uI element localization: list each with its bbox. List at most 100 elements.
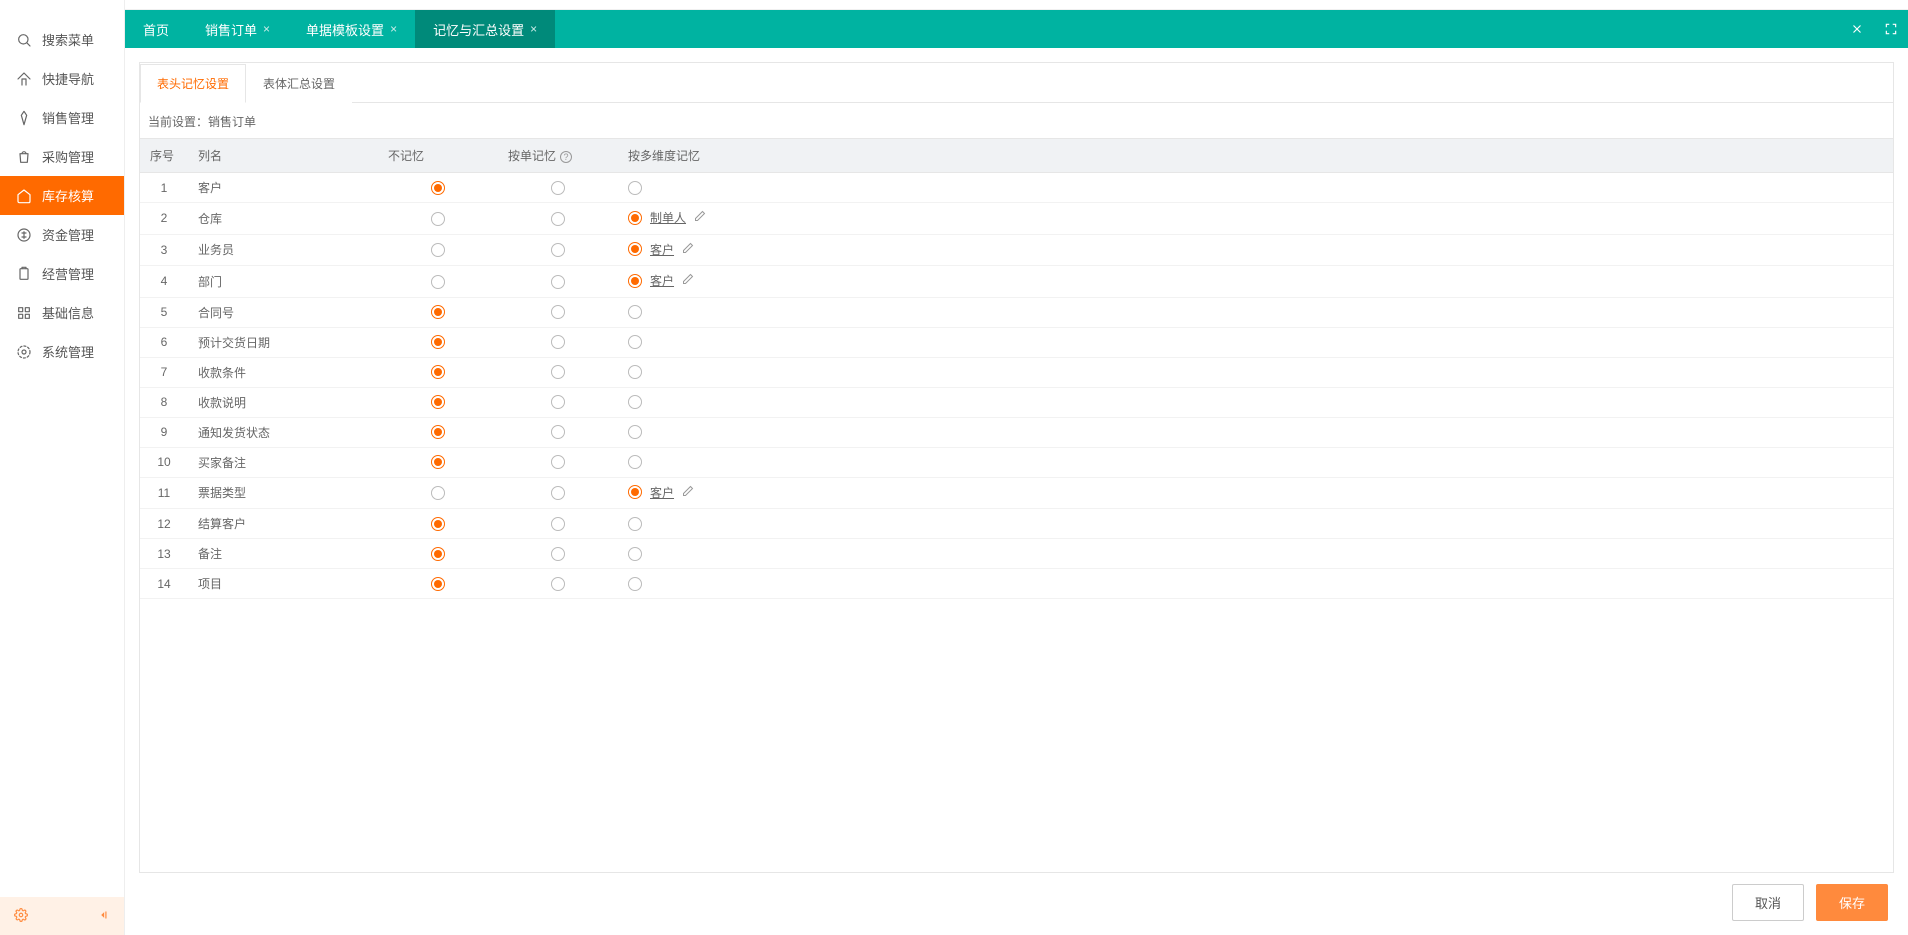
tab-2[interactable]: 单据模板设置 ×: [288, 10, 415, 48]
sidebar-item-7[interactable]: 基础信息: [0, 293, 124, 332]
radio-option[interactable]: [628, 547, 642, 561]
sidebar-item-label: 经营管理: [42, 264, 94, 283]
radio-option[interactable]: [431, 181, 445, 195]
cell-seq: 12: [140, 509, 188, 539]
edit-icon[interactable]: [682, 242, 694, 257]
dimension-link[interactable]: 制单人: [650, 209, 686, 226]
cell-multidim: 客户: [618, 234, 1893, 266]
dimension-link[interactable]: 客户: [650, 272, 674, 289]
radio-option[interactable]: [628, 425, 642, 439]
cell-bybill: [498, 327, 618, 357]
tab-0[interactable]: 首页: [125, 10, 187, 48]
radio-option[interactable]: [551, 395, 565, 409]
radio-option[interactable]: [551, 305, 565, 319]
tab-close-icon[interactable]: ×: [530, 22, 537, 36]
radio-option[interactable]: [551, 577, 565, 591]
radio-option[interactable]: [551, 181, 565, 195]
sidebar-collapse-icon[interactable]: [96, 908, 110, 925]
cancel-button[interactable]: 取消: [1732, 884, 1804, 921]
cell-bybill: [498, 297, 618, 327]
sidebar-item-0[interactable]: 搜索菜单: [0, 20, 124, 59]
radio-option[interactable]: [628, 335, 642, 349]
save-button[interactable]: 保存: [1816, 884, 1888, 921]
radio-option[interactable]: [431, 425, 445, 439]
radio-option[interactable]: [551, 486, 565, 500]
radio-option[interactable]: [628, 577, 642, 591]
cell-multidim: [618, 417, 1893, 447]
radio-option[interactable]: [431, 395, 445, 409]
radio-option[interactable]: [431, 212, 445, 226]
sidebar-item-4[interactable]: 库存核算: [0, 176, 124, 215]
sidebar-item-5[interactable]: 资金管理: [0, 215, 124, 254]
radio-option[interactable]: [551, 455, 565, 469]
cell-seq: 14: [140, 569, 188, 599]
sidebar-item-3[interactable]: 采购管理: [0, 137, 124, 176]
tab-1[interactable]: 销售订单×: [187, 10, 288, 48]
cell-none: [378, 569, 498, 599]
cell-none: [378, 234, 498, 266]
sidebar-item-label: 销售管理: [42, 108, 94, 127]
radio-option[interactable]: [628, 181, 642, 195]
radio-option[interactable]: [551, 517, 565, 531]
cell-seq: 7: [140, 357, 188, 387]
cell-bybill: [498, 447, 618, 477]
radio-option[interactable]: [431, 517, 445, 531]
cell-none: [378, 266, 498, 298]
sidebar-item-8[interactable]: 系统管理: [0, 332, 124, 371]
table-row: 4部门客户: [140, 266, 1893, 298]
sidebar-item-1[interactable]: 快捷导航: [0, 59, 124, 98]
edit-icon[interactable]: [694, 210, 706, 225]
cell-name: 仓库: [188, 203, 378, 235]
radio-option[interactable]: [431, 486, 445, 500]
dimension-link[interactable]: 客户: [650, 484, 674, 501]
radio-option[interactable]: [551, 212, 565, 226]
radio-option[interactable]: [431, 305, 445, 319]
radio-option[interactable]: [628, 517, 642, 531]
radio-option[interactable]: [628, 211, 642, 225]
radio-option[interactable]: [431, 455, 445, 469]
table-row: 2仓库制单人: [140, 203, 1893, 235]
help-icon[interactable]: ?: [560, 151, 572, 163]
sidebar-item-2[interactable]: 销售管理: [0, 98, 124, 137]
close-all-tabs-icon[interactable]: [1840, 10, 1874, 48]
tab-3[interactable]: 记忆与汇总设置×: [415, 10, 555, 48]
cell-seq: 3: [140, 234, 188, 266]
sidebar-item-6[interactable]: 经营管理: [0, 254, 124, 293]
tab-close-icon[interactable]: ×: [263, 22, 270, 36]
settings-gear-icon[interactable]: [14, 908, 28, 925]
radio-option[interactable]: [628, 395, 642, 409]
edit-icon[interactable]: [682, 485, 694, 500]
edit-icon[interactable]: [682, 273, 694, 288]
radio-option[interactable]: [431, 365, 445, 379]
table-row: 13备注: [140, 539, 1893, 569]
radio-option[interactable]: [551, 335, 565, 349]
inner-tab-0[interactable]: 表头记忆设置: [140, 64, 246, 103]
tab-close-icon[interactable]: ×: [390, 22, 397, 36]
coin-icon: [16, 227, 32, 243]
radio-option[interactable]: [431, 335, 445, 349]
radio-option[interactable]: [628, 485, 642, 499]
radio-option[interactable]: [431, 243, 445, 257]
radio-option[interactable]: [431, 275, 445, 289]
radio-option[interactable]: [551, 365, 565, 379]
radio-option[interactable]: [628, 305, 642, 319]
inner-tab-1[interactable]: 表体汇总设置: [246, 64, 352, 103]
radio-option[interactable]: [551, 275, 565, 289]
radio-option[interactable]: [551, 425, 565, 439]
radio-option[interactable]: [628, 274, 642, 288]
cell-none: [378, 173, 498, 203]
sidebar-item-label: 库存核算: [42, 186, 94, 205]
radio-option[interactable]: [628, 365, 642, 379]
bag-icon: [16, 149, 32, 165]
radio-option[interactable]: [431, 577, 445, 591]
radio-option[interactable]: [431, 547, 445, 561]
dimension-link[interactable]: 客户: [650, 241, 674, 258]
radio-option[interactable]: [628, 455, 642, 469]
radio-option[interactable]: [551, 243, 565, 257]
fullscreen-icon[interactable]: [1874, 10, 1908, 48]
col-header-multidim: 按多维度记忆: [618, 139, 1893, 173]
radio-option[interactable]: [628, 242, 642, 256]
radio-option[interactable]: [551, 547, 565, 561]
tab-label: 单据模板设置: [306, 20, 384, 39]
cell-seq: 1: [140, 173, 188, 203]
